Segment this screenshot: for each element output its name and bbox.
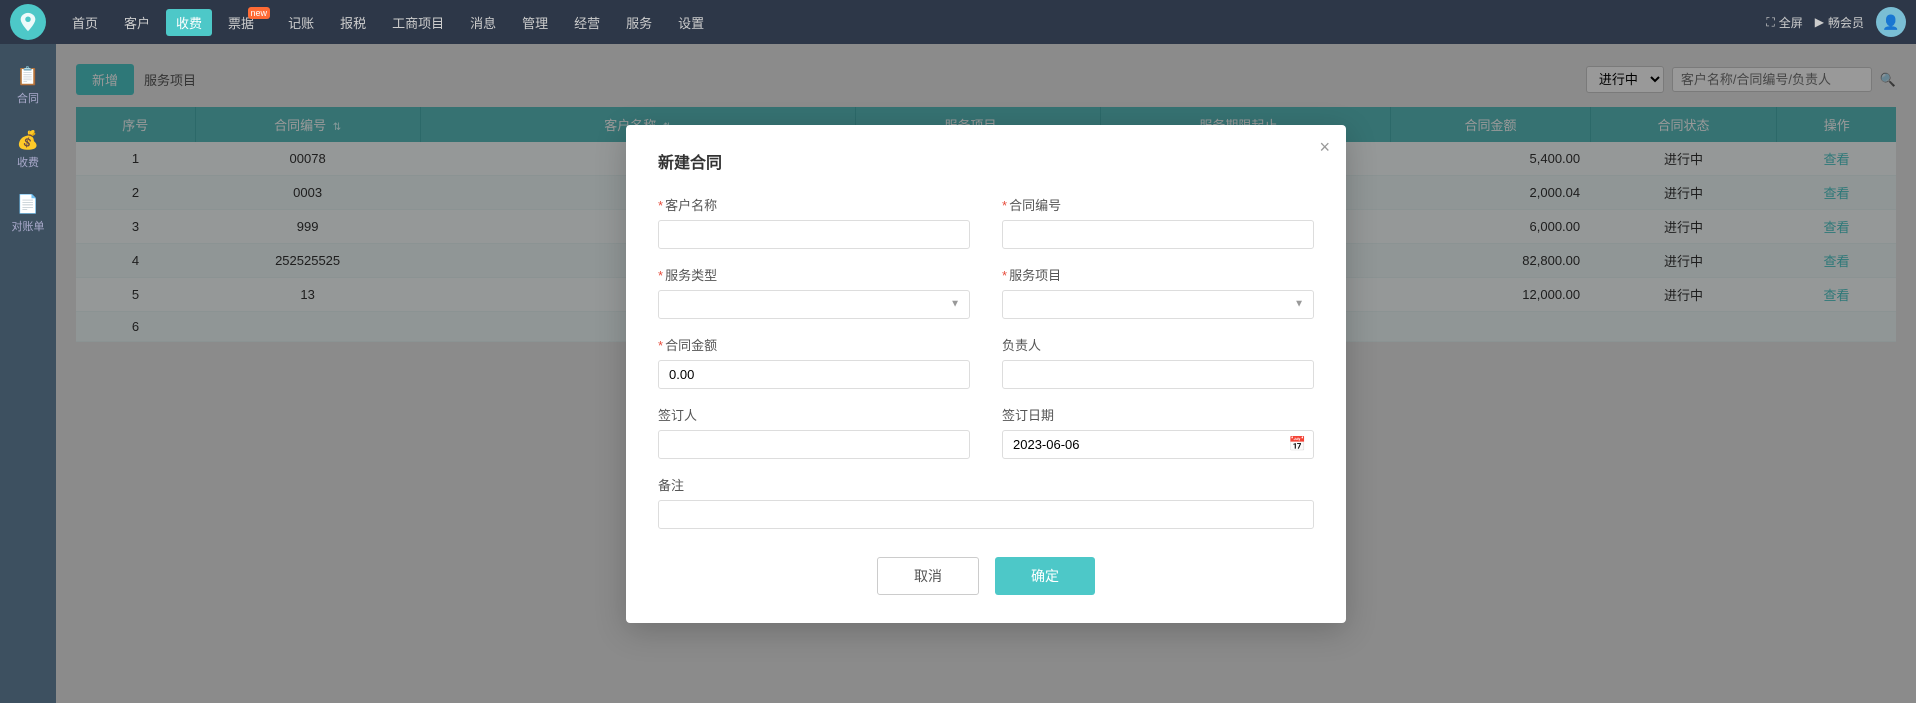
nav-settings[interactable]: 设置 — [668, 9, 714, 36]
nav-home[interactable]: 首页 — [62, 9, 108, 36]
form-row-amount: *合同金额 — [658, 335, 970, 389]
sign-date-wrap: 📅 — [1002, 430, 1314, 459]
nav-biz[interactable]: 工商项目 — [382, 9, 454, 36]
cancel-button[interactable]: 取消 — [877, 557, 979, 595]
statement-icon: 📄 — [17, 194, 39, 215]
remark-input[interactable] — [658, 500, 1314, 529]
nav-service[interactable]: 服务 — [616, 9, 662, 36]
member-icon: ▶ — [1815, 15, 1824, 29]
form-row-service-item: *服务项目 — [1002, 265, 1314, 319]
service-item-label: *服务项目 — [1002, 265, 1314, 284]
amount-input[interactable] — [658, 360, 970, 389]
nav-manage[interactable]: 管理 — [512, 9, 558, 36]
user-avatar[interactable]: 👤 — [1876, 7, 1906, 37]
fullscreen-icon: ⛶ — [1766, 15, 1774, 30]
responsible-label: 负责人 — [1002, 335, 1314, 354]
nav-right: ⛶ 全屏 ▶ 畅会员 👤 — [1766, 7, 1906, 37]
service-type-label: *服务类型 — [658, 265, 970, 284]
service-type-select[interactable] — [658, 290, 970, 319]
service-item-select-wrap — [1002, 290, 1314, 319]
form-row-contract-no: *合同编号 — [1002, 195, 1314, 249]
sidebar-item-fee[interactable]: 💰 收费 — [0, 118, 56, 182]
sign-date-input[interactable] — [1002, 430, 1314, 459]
modal-overlay: × 新建合同 *客户名称 *合同编号 — [56, 44, 1916, 703]
modal-close-button[interactable]: × — [1319, 137, 1330, 158]
main-layout: 📋 合同 💰 收费 📄 对账单 新增 服务项目 进行中 已完成 已终止 🔍 — [0, 44, 1916, 703]
contract-no-input[interactable] — [1002, 220, 1314, 249]
top-nav: 首页 客户 收费 票据 new 记账 报税 工商项目 消息 管理 经营 服务 设… — [0, 0, 1916, 44]
new-badge: new — [248, 7, 271, 19]
form-row-service-type: *服务类型 — [658, 265, 970, 319]
service-item-select[interactable] — [1002, 290, 1314, 319]
contract-no-label: *合同编号 — [1002, 195, 1314, 214]
nav-msg[interactable]: 消息 — [460, 9, 506, 36]
form-grid: *客户名称 *合同编号 *服务类型 — [658, 195, 1314, 529]
sidebar: 📋 合同 💰 收费 📄 对账单 — [0, 44, 56, 703]
sidebar-item-statement[interactable]: 📄 对账单 — [0, 182, 56, 246]
nav-tax[interactable]: 报税 — [330, 9, 376, 36]
member-button[interactable]: ▶ 畅会员 — [1815, 14, 1864, 31]
form-row-responsible: 负责人 — [1002, 335, 1314, 389]
nav-bill[interactable]: 票据 new — [218, 9, 272, 36]
signer-label: 签订人 — [658, 405, 970, 424]
content-area: 新增 服务项目 进行中 已完成 已终止 🔍 序号 合同编号 ⇅ — [56, 44, 1916, 703]
logo[interactable] — [10, 4, 46, 40]
service-type-select-wrap — [658, 290, 970, 319]
nav-operation[interactable]: 经营 — [564, 9, 610, 36]
nav-bookkeep[interactable]: 记账 — [278, 9, 324, 36]
responsible-input[interactable] — [1002, 360, 1314, 389]
form-row-signer: 签订人 — [658, 405, 970, 459]
confirm-button[interactable]: 确定 — [995, 557, 1095, 595]
contract-icon: 📋 — [17, 66, 39, 87]
form-row-sign-date: 签订日期 📅 — [1002, 405, 1314, 459]
signer-input[interactable] — [658, 430, 970, 459]
remark-label: 备注 — [658, 475, 1314, 494]
sidebar-item-contract[interactable]: 📋 合同 — [0, 54, 56, 118]
nav-items: 首页 客户 收费 票据 new 记账 报税 工商项目 消息 管理 经营 服务 设… — [62, 9, 1766, 36]
modal-title: 新建合同 — [658, 149, 1314, 173]
customer-name-label: *客户名称 — [658, 195, 970, 214]
modal-footer: 取消 确定 — [658, 557, 1314, 595]
avatar-icon: 👤 — [1882, 14, 1899, 31]
form-row-remark: 备注 — [658, 475, 1314, 529]
fee-icon: 💰 — [17, 130, 39, 151]
fullscreen-button[interactable]: ⛶ 全屏 — [1766, 14, 1802, 31]
customer-name-input[interactable] — [658, 220, 970, 249]
amount-label: *合同金额 — [658, 335, 970, 354]
nav-customer[interactable]: 客户 — [114, 9, 160, 36]
form-row-customer: *客户名称 — [658, 195, 970, 249]
nav-fee[interactable]: 收费 — [166, 9, 212, 36]
sign-date-label: 签订日期 — [1002, 405, 1314, 424]
new-contract-modal: × 新建合同 *客户名称 *合同编号 — [626, 125, 1346, 623]
